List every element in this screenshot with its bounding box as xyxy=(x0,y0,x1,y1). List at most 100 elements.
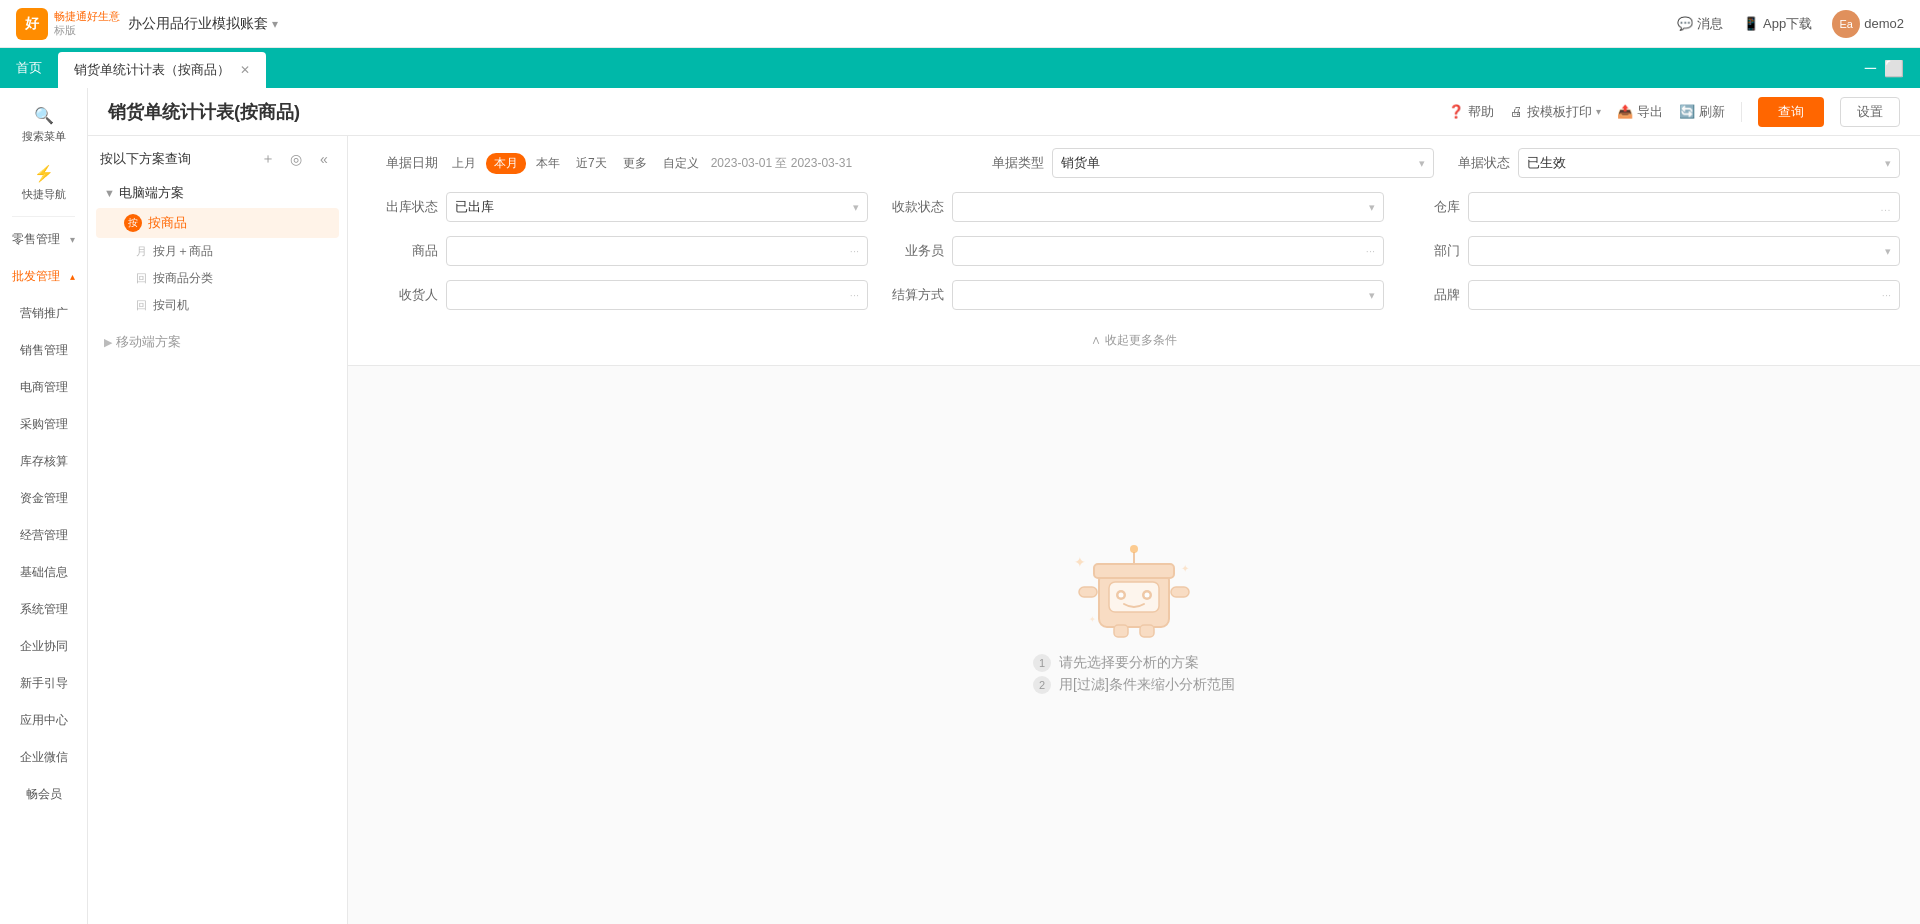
sidebar-item-system[interactable]: 系统管理 xyxy=(0,591,87,628)
product-field: 商品 ··· xyxy=(368,236,868,266)
message-btn[interactable]: 💬 消息 xyxy=(1677,15,1723,33)
refresh-icon: 🔄 xyxy=(1679,104,1695,119)
print-arrow-icon: ▾ xyxy=(1596,106,1601,117)
brand-more-icon[interactable]: ··· xyxy=(1882,289,1891,301)
product-input[interactable]: ··· xyxy=(446,236,868,266)
brand-input[interactable]: ··· xyxy=(1468,280,1900,310)
mobile-expand-arrow: ▶ xyxy=(104,336,112,349)
svg-text:✦: ✦ xyxy=(1181,563,1189,574)
tab-close-icon[interactable]: ✕ xyxy=(240,63,250,77)
more-dates-btn[interactable]: 更多 xyxy=(617,153,653,174)
tree-section: ▼ 电脑端方案 按 按商品 月 按月＋商品 回 按商品分类 xyxy=(88,178,347,357)
receiver-more-icon[interactable]: ··· xyxy=(850,289,859,301)
custom-date-btn[interactable]: 自定义 xyxy=(657,153,705,174)
svg-text:✦: ✦ xyxy=(1074,554,1086,570)
tab-home[interactable]: 首页 xyxy=(0,48,58,88)
dept-arrow-icon: ▾ xyxy=(1885,245,1891,258)
sidebar-item-ecommerce[interactable]: 电商管理 xyxy=(0,369,87,406)
sidebar-item-retail[interactable]: 零售管理 ▾ xyxy=(0,221,87,258)
tree-grandchild-by-machine[interactable]: 回 按司机 xyxy=(96,292,339,319)
collect-status-select[interactable]: ▾ xyxy=(952,192,1384,222)
sidebar-item-inventory[interactable]: 库存核算 xyxy=(0,443,87,480)
sidebar-item-app-center[interactable]: 应用中心 xyxy=(0,702,87,739)
this-month-btn[interactable]: 本月 xyxy=(486,153,526,174)
staff-more-icon[interactable]: ··· xyxy=(1366,245,1375,257)
empty-hints: 1 请先选择要分析的方案 2 用[过滤]条件来缩小分析范围 xyxy=(1033,654,1235,698)
nav-title[interactable]: 办公用品行业模拟账套 ▾ xyxy=(128,15,278,33)
top-nav-left: 好 畅捷通好生意 标版 办公用品行业模拟账套 ▾ xyxy=(16,8,278,40)
receiver-input[interactable]: ··· xyxy=(446,280,868,310)
pay-method-select[interactable]: ▾ xyxy=(952,280,1384,310)
sidebar-item-purchase[interactable]: 采购管理 xyxy=(0,406,87,443)
doc-type-field: 单据类型 销货单 ▾ xyxy=(984,148,1434,178)
sidebar-item-quick-nav[interactable]: ⚡ 快捷导航 xyxy=(0,154,87,212)
right-panel: 单据日期 上月 本月 本年 近7天 更多 自定义 20 xyxy=(348,136,1920,924)
tree-mobile-section[interactable]: ▶ 移动端方案 xyxy=(96,327,339,357)
sidebar-item-search-menu[interactable]: 🔍 搜索菜单 xyxy=(0,96,87,154)
app-download-btn[interactable]: 📱 App下载 xyxy=(1743,15,1812,33)
sidebar-item-newbie[interactable]: 新手引导 xyxy=(0,665,87,702)
query-button[interactable]: 查询 xyxy=(1758,97,1824,127)
last-7-days-btn[interactable]: 近7天 xyxy=(570,153,613,174)
dept-select[interactable]: ▾ xyxy=(1468,236,1900,266)
search-icon: 🔍 xyxy=(34,106,54,125)
tree-expand-arrow: ▼ xyxy=(104,187,115,199)
warehouse-field: 仓库 … xyxy=(1400,192,1900,222)
doc-type-select[interactable]: 销货单 ▾ xyxy=(1052,148,1434,178)
pay-method-arrow-icon: ▾ xyxy=(1369,289,1375,302)
by-product-icon: 按 xyxy=(124,214,142,232)
this-year-btn[interactable]: 本年 xyxy=(530,153,566,174)
dept-field: 部门 ▾ xyxy=(1400,236,1900,266)
tree-grandchild-by-month-product[interactable]: 月 按月＋商品 xyxy=(96,238,339,265)
svg-rect-10 xyxy=(1140,625,1154,637)
staff-input[interactable]: ··· xyxy=(952,236,1384,266)
help-btn[interactable]: ❓ 帮助 xyxy=(1448,103,1494,121)
svg-text:✦: ✦ xyxy=(1089,615,1096,624)
sidebar-item-member[interactable]: 畅会员 xyxy=(0,776,87,813)
empty-hint-text-1: 请先选择要分析的方案 xyxy=(1059,654,1199,672)
header-separator xyxy=(1741,102,1742,122)
tree-child-by-product[interactable]: 按 按商品 xyxy=(96,208,339,238)
refresh-btn[interactable]: 🔄 刷新 xyxy=(1679,103,1725,121)
out-status-select[interactable]: 已出库 ▾ xyxy=(446,192,868,222)
doc-type-arrow-icon: ▾ xyxy=(1419,157,1425,170)
tree-desktop-section[interactable]: ▼ 电脑端方案 xyxy=(96,178,339,208)
sidebar-item-basic-info[interactable]: 基础信息 xyxy=(0,554,87,591)
export-btn[interactable]: 📤 导出 xyxy=(1617,103,1663,121)
sidebar-item-sales[interactable]: 销售管理 xyxy=(0,332,87,369)
print-btn[interactable]: 🖨 按模板打印 ▾ xyxy=(1510,103,1601,121)
svg-rect-1 xyxy=(1094,564,1174,578)
content-area: 销货单统计计表(按商品) ❓ 帮助 🖨 按模板打印 ▾ 📤 导出 🔄 刷新 xyxy=(88,88,1920,924)
tab-minimize-icon[interactable]: ─ xyxy=(1865,59,1876,77)
header-actions: ❓ 帮助 🖨 按模板打印 ▾ 📤 导出 🔄 刷新 查询 设 xyxy=(1448,97,1900,127)
last-month-btn[interactable]: 上月 xyxy=(446,153,482,174)
tab-sales-stat[interactable]: 销货单统计计表（按商品） ✕ xyxy=(58,52,266,88)
svg-point-12 xyxy=(1130,545,1138,553)
sidebar-item-enterprise[interactable]: 企业协同 xyxy=(0,628,87,665)
tree-grandchild-by-category[interactable]: 回 按商品分类 xyxy=(96,265,339,292)
top-nav-right: 💬 消息 📱 App下载 Ea demo2 xyxy=(1677,10,1904,38)
sidebar-item-finance[interactable]: 资金管理 xyxy=(0,480,87,517)
tab-maximize-icon[interactable]: ⬜ xyxy=(1884,59,1904,78)
logo-icon: 好 xyxy=(16,8,48,40)
collapse-sidebar-btn[interactable]: « xyxy=(313,148,335,170)
warehouse-more-icon[interactable]: … xyxy=(1880,201,1891,213)
settings-button[interactable]: 设置 xyxy=(1840,97,1900,127)
edit-scheme-btn[interactable]: ◎ xyxy=(285,148,307,170)
warehouse-input[interactable]: … xyxy=(1468,192,1900,222)
user-area[interactable]: Ea demo2 xyxy=(1832,10,1904,38)
collect-status-arrow-icon: ▾ xyxy=(1369,201,1375,214)
sidebar-item-operation[interactable]: 经营管理 xyxy=(0,517,87,554)
form-row-1: 单据日期 上月 本月 本年 近7天 更多 自定义 20 xyxy=(368,148,1900,178)
add-scheme-btn[interactable]: ＋ xyxy=(257,148,279,170)
product-more-icon[interactable]: ··· xyxy=(850,245,859,257)
collapse-conditions-btn[interactable]: ∧ 收起更多条件 xyxy=(368,324,1900,365)
sidebar-item-wholesale[interactable]: 批发管理 ▴ xyxy=(0,258,87,295)
logo-area: 好 畅捷通好生意 标版 xyxy=(16,8,120,40)
svg-rect-7 xyxy=(1079,587,1097,597)
sidebar-item-marketing[interactable]: 营销推广 xyxy=(0,295,87,332)
doc-status-select[interactable]: 已生效 ▾ xyxy=(1518,148,1900,178)
print-icon: 🖨 xyxy=(1510,104,1523,119)
sidebar-item-wechat[interactable]: 企业微信 xyxy=(0,739,87,776)
wholesale-arrow-icon: ▴ xyxy=(70,271,75,282)
